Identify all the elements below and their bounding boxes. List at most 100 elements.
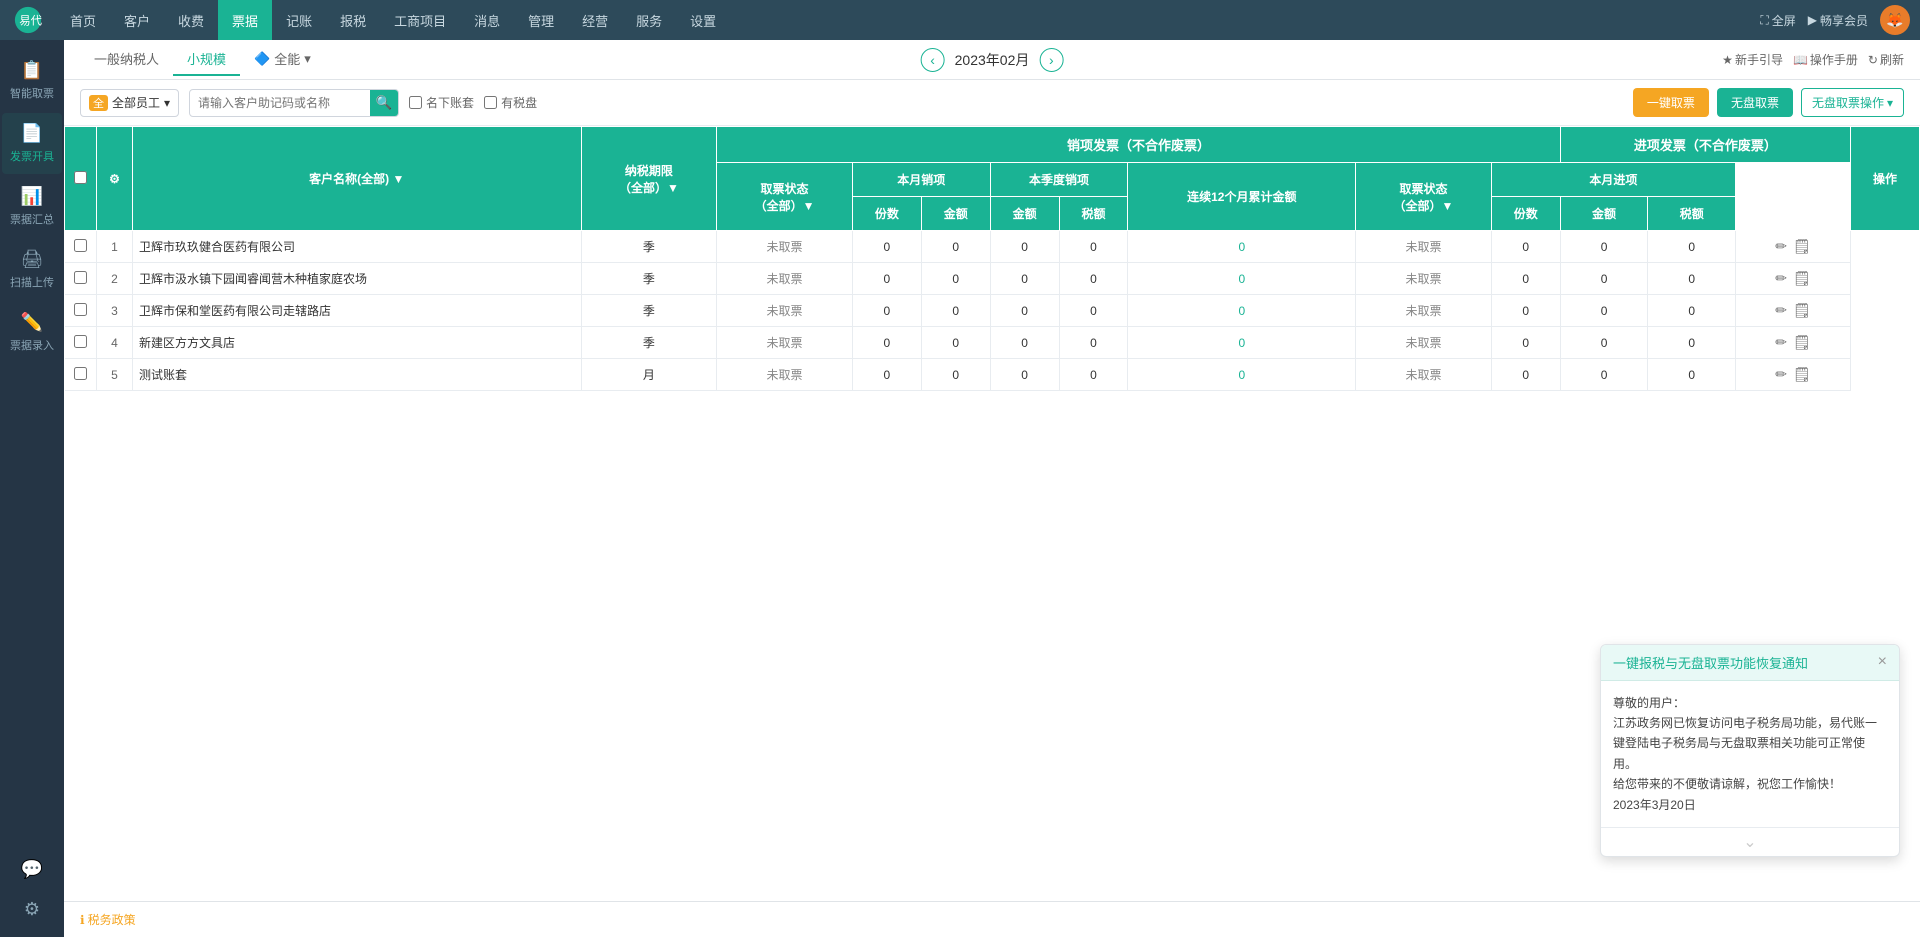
row-checkbox[interactable] bbox=[74, 367, 87, 380]
main-tab-bar: 一般纳税人 小规模 🔷 全能 ▾ ‹ 2023年02月 › ★ 新手引导 📖 操… bbox=[64, 40, 1920, 80]
invoice-entry-icon: ✏️ bbox=[21, 312, 43, 333]
tab-all-capable[interactable]: 🔷 全能 ▾ bbox=[240, 43, 325, 76]
smart-fetch-icon: 📋 bbox=[21, 60, 43, 81]
sidebar-item-invoice-summary[interactable]: 📊 票据汇总 bbox=[2, 176, 62, 237]
scan-upload-icon: 🖨 bbox=[21, 249, 44, 270]
row-checkbox[interactable] bbox=[74, 271, 87, 284]
sidebar: 📋 智能取票 📄 发票开具 📊 票据汇总 🖨 扫描上传 ✏️ 票据录入 💬 ⚙ bbox=[0, 40, 64, 937]
th-sales-invoice-group: 销项发票（不合作废票） bbox=[717, 127, 1560, 163]
notification-body: 尊敬的用户： 江苏政务网已恢复访问电子税务局功能，易代账一键登陆电子税务局与无盘… bbox=[1601, 681, 1899, 827]
chevron-down-icon: ▾ bbox=[304, 51, 311, 67]
view-icon[interactable]: 🗒 bbox=[1793, 366, 1811, 383]
invoice-summary-icon: 📊 bbox=[21, 186, 43, 207]
table-row: 1 卫辉市玖玖健合医药有限公司 季 未取票 0 0 0 0 0 未取票 0 0 … bbox=[65, 231, 1920, 263]
top-nav-item-客户[interactable]: 客户 bbox=[110, 0, 164, 40]
toolbar-right-buttons: 一键取票 无盘取票 无盘取票操作 ▾ bbox=[1633, 88, 1904, 117]
th-purchase-amount: 金额 bbox=[1560, 197, 1648, 231]
table-row: 2 卫辉市汲水镇下园闻睿闻营木种植家庭农场 季 未取票 0 0 0 0 0 未取… bbox=[65, 263, 1920, 295]
refresh-btn[interactable]: ↻ 刷新 bbox=[1868, 51, 1904, 68]
one-key-fetch-btn[interactable]: 一键取票 bbox=[1633, 88, 1709, 117]
view-icon[interactable]: 🗒 bbox=[1793, 238, 1811, 255]
top-nav-item-服务[interactable]: 服务 bbox=[622, 0, 676, 40]
top-nav-item-工商项目[interactable]: 工商项目 bbox=[380, 0, 460, 40]
table-row: 5 测试账套 月 未取票 0 0 0 0 0 未取票 0 0 0 ✏ 🗒 bbox=[65, 359, 1920, 391]
prev-month-btn[interactable]: ‹ bbox=[921, 48, 945, 72]
sidebar-item-smart-fetch[interactable]: 📋 智能取票 bbox=[2, 50, 62, 111]
manual-btn[interactable]: 📖 操作手册 bbox=[1793, 51, 1858, 68]
notification-title: 一键报税与无盘取票功能恢复通知 bbox=[1613, 653, 1808, 672]
row-checkbox[interactable] bbox=[74, 239, 87, 252]
top-nav-item-管理[interactable]: 管理 bbox=[514, 0, 568, 40]
top-nav-item-设置[interactable]: 设置 bbox=[676, 0, 730, 40]
th-sales-month-shares: 份数 bbox=[852, 197, 921, 231]
top-nav-right: ⛶ 全屏 ▶ 畅享会员 🦊 bbox=[1760, 5, 1910, 35]
user-avatar[interactable]: 🦊 bbox=[1880, 5, 1910, 35]
tab-general-taxpayer[interactable]: 一般纳税人 bbox=[80, 43, 173, 76]
sidebar-item-scan-upload[interactable]: 🖨 扫描上传 bbox=[2, 239, 62, 300]
th-purchase-invoice-group: 进项发票（不合作废票） bbox=[1560, 127, 1850, 163]
th-this-month-purchase: 本月进项 bbox=[1491, 163, 1735, 197]
edit-icon[interactable]: ✏ bbox=[1775, 334, 1787, 351]
search-btn[interactable]: 🔍 bbox=[370, 89, 398, 117]
sidebar-settings-btn[interactable]: ⚙ bbox=[2, 891, 62, 927]
select-all-checkbox[interactable] bbox=[74, 171, 87, 184]
search-input[interactable] bbox=[190, 96, 370, 110]
toolbar: 全 全部员工 ▾ 🔍 名下账套 有税盘 一键取票 无盘取票 无盘取票操作 bbox=[64, 80, 1920, 126]
top-nav-item-首页[interactable]: 首页 bbox=[56, 0, 110, 40]
top-nav-item-收费[interactable]: 收费 bbox=[164, 0, 218, 40]
notification-header: 一键报税与无盘取票功能恢复通知 × bbox=[1601, 645, 1899, 681]
th-sales-status: 取票状态（全部）▼ bbox=[717, 163, 853, 231]
th-this-month-sales: 本月销项 bbox=[852, 163, 990, 197]
top-nav-item-票据[interactable]: 票据 bbox=[218, 0, 272, 40]
scroll-indicator: ⌄ bbox=[1601, 827, 1899, 856]
th-sales-month-amount: 金额 bbox=[921, 197, 990, 231]
vip-btn[interactable]: ▶ 畅享会员 bbox=[1808, 12, 1868, 29]
next-month-btn[interactable]: › bbox=[1039, 48, 1063, 72]
no-disk-ops-btn[interactable]: 无盘取票操作 ▾ bbox=[1801, 88, 1904, 117]
th-tax-period: 纳税期限（全部）▼ bbox=[581, 127, 717, 231]
sidebar-item-invoice-issue[interactable]: 📄 发票开具 bbox=[2, 113, 62, 174]
edit-icon[interactable]: ✏ bbox=[1775, 366, 1787, 383]
sub-tab-right-actions: ★ 新手引导 📖 操作手册 ↻ 刷新 bbox=[1722, 51, 1904, 68]
th-sales-season-amount: 金额 bbox=[990, 197, 1059, 231]
checkbox-has-tax-disk-input[interactable] bbox=[484, 96, 497, 109]
top-nav-item-经营[interactable]: 经营 bbox=[568, 0, 622, 40]
edit-icon[interactable]: ✏ bbox=[1775, 238, 1787, 255]
th-sales-season-tax: 税额 bbox=[1059, 197, 1128, 231]
sidebar-item-invoice-entry[interactable]: ✏️ 票据录入 bbox=[2, 302, 62, 363]
checkbox-under-accounts-input[interactable] bbox=[409, 96, 422, 109]
th-setting: ⚙ bbox=[97, 127, 133, 231]
notification-close-btn[interactable]: × bbox=[1878, 653, 1887, 671]
svg-text:易代: 易代 bbox=[19, 14, 42, 27]
view-icon[interactable]: 🗒 bbox=[1793, 334, 1811, 351]
employee-chevron-icon: ▾ bbox=[164, 96, 170, 110]
no-disk-fetch-btn[interactable]: 无盘取票 bbox=[1717, 88, 1793, 117]
row-checkbox[interactable] bbox=[74, 303, 87, 316]
view-icon[interactable]: 🗒 bbox=[1793, 302, 1811, 319]
row-checkbox[interactable] bbox=[74, 335, 87, 348]
bottom-bar: ℹ 税务政策 bbox=[64, 901, 1920, 937]
checkbox-under-accounts[interactable]: 名下账套 bbox=[409, 94, 474, 111]
top-nav: 易代 首页客户收费票据记账报税工商项目消息管理经营服务设置 ⛶ 全屏 ▶ 畅享会… bbox=[0, 0, 1920, 40]
edit-icon[interactable]: ✏ bbox=[1775, 302, 1787, 319]
info-icon: ℹ bbox=[80, 913, 85, 927]
top-nav-item-消息[interactable]: 消息 bbox=[460, 0, 514, 40]
checkbox-has-tax-disk[interactable]: 有税盘 bbox=[484, 94, 537, 111]
edit-icon[interactable]: ✏ bbox=[1775, 270, 1787, 287]
employee-select[interactable]: 全 全部员工 ▾ bbox=[80, 89, 179, 117]
top-nav-item-记账[interactable]: 记账 bbox=[272, 0, 326, 40]
sidebar-chat-btn[interactable]: 💬 bbox=[2, 851, 62, 887]
th-purchase-shares: 份数 bbox=[1491, 197, 1560, 231]
main-table: ⚙ 客户名称(全部) ▼ 纳税期限（全部）▼ 销项发票（不合作废票） 进项发票（… bbox=[64, 126, 1920, 391]
top-nav-item-报税[interactable]: 报税 bbox=[326, 0, 380, 40]
fullscreen-btn[interactable]: ⛶ 全屏 bbox=[1760, 12, 1795, 29]
ops-chevron-icon: ▾ bbox=[1887, 96, 1893, 110]
new-guide-btn[interactable]: ★ 新手引导 bbox=[1722, 51, 1783, 68]
th-purchase-tax: 税额 bbox=[1648, 197, 1736, 231]
tab-small-scale[interactable]: 小规模 bbox=[173, 43, 240, 76]
th-checkbox bbox=[65, 127, 97, 231]
view-icon[interactable]: 🗒 bbox=[1793, 270, 1811, 287]
th-accum-12m: 连续12个月累计金额 bbox=[1128, 163, 1356, 231]
invoice-issue-icon: 📄 bbox=[21, 123, 43, 144]
tax-policy-link[interactable]: ℹ 税务政策 bbox=[80, 911, 136, 928]
